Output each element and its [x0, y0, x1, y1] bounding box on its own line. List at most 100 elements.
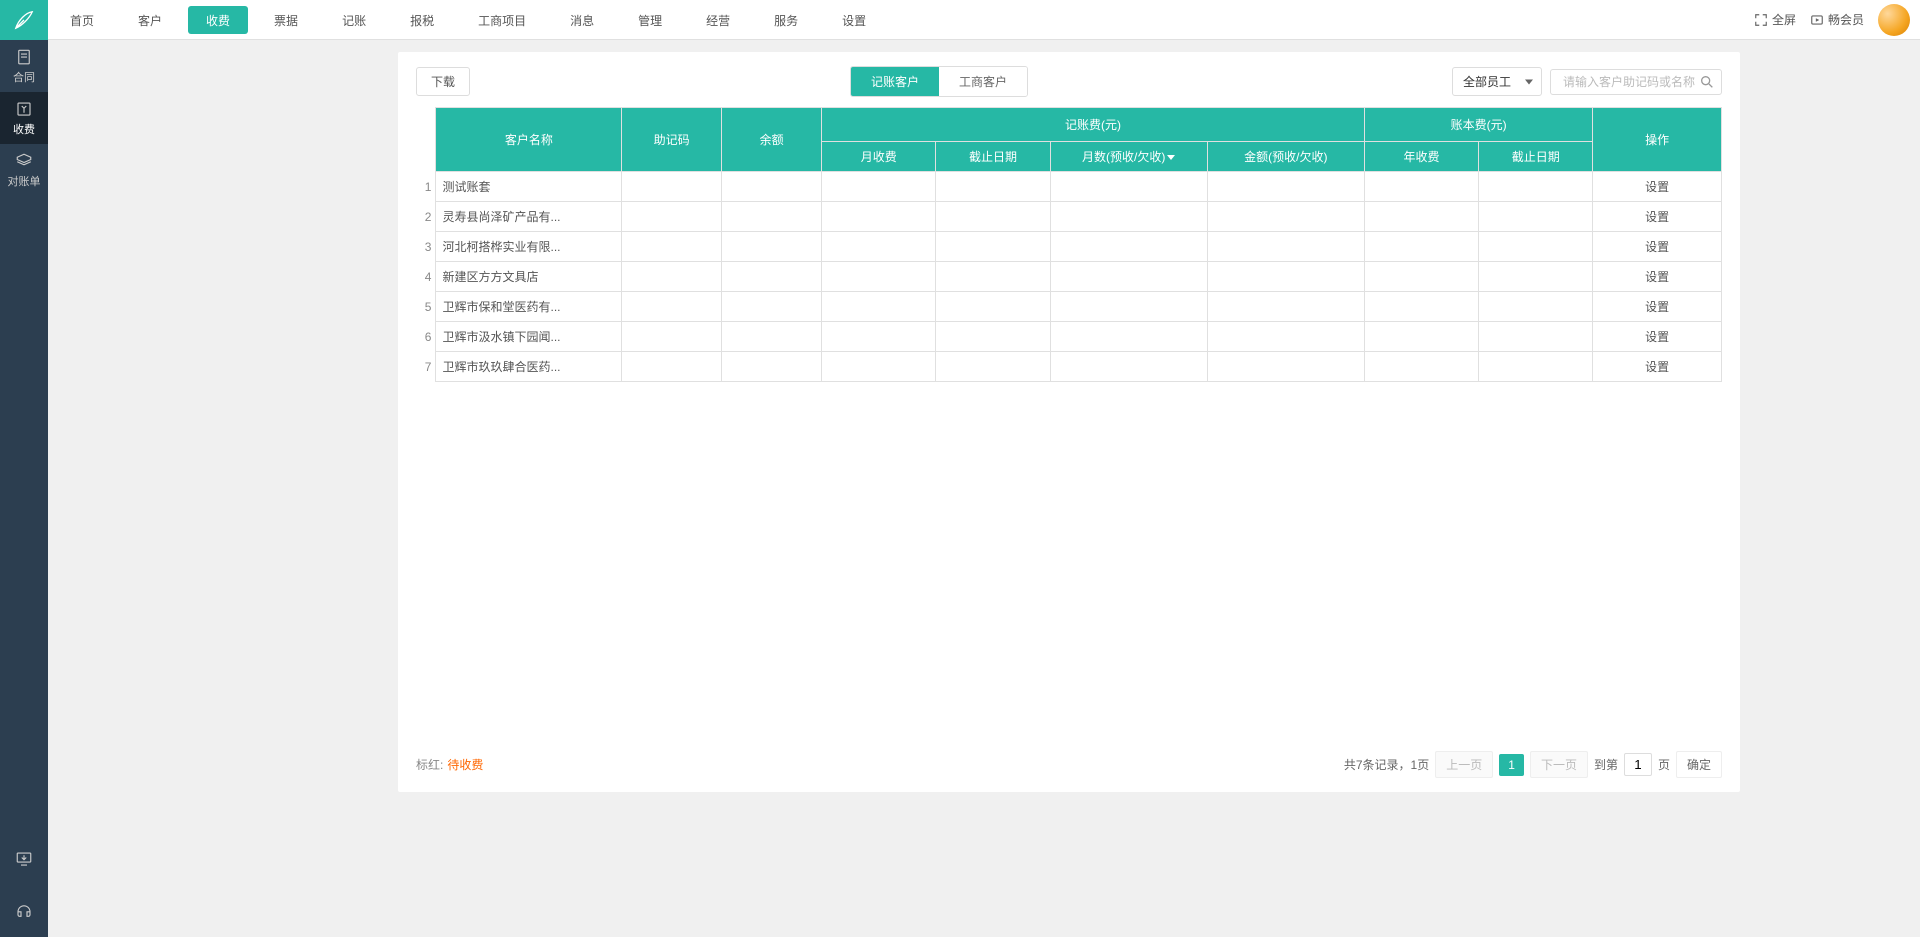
side-nav: 合同收费对账单 — [0, 40, 48, 937]
nav-item-11[interactable]: 设置 — [824, 6, 884, 34]
toolbar: 下载 记账客户工商客户 全部员工 — [416, 66, 1722, 97]
side-icon — [15, 100, 33, 118]
side-item-2[interactable]: 对账单 — [0, 144, 48, 196]
sort-desc-icon — [1167, 155, 1175, 160]
legend-value: 待收费 — [447, 756, 483, 773]
nav-item-3[interactable]: 票据 — [256, 6, 316, 34]
row-index: 7 — [416, 352, 436, 382]
fullscreen-icon — [1754, 13, 1768, 27]
table-row: 2灵寿县尚泽矿产品有... 设置 — [416, 202, 1722, 232]
nav-right: 全屏 畅会员 — [1754, 4, 1910, 36]
current-page[interactable]: 1 — [1499, 754, 1524, 776]
top-nav: 首页客户收费票据记账报税工商项目消息管理经营服务设置 全屏 畅会员 — [0, 0, 1920, 40]
col-cutoff2[interactable]: 截止日期 — [1479, 142, 1593, 172]
page-summary: 共7条记录，1页 — [1344, 756, 1429, 773]
row-index: 3 — [416, 232, 436, 262]
row-index: 4 — [416, 262, 436, 292]
col-months[interactable]: 月数(预收/欠收) — [1050, 142, 1207, 172]
fee-table: 客户名称 助记码 余额 记账费(元) 账本费(元) 操作 月收费 截止日期 月数… — [416, 107, 1722, 382]
side-icon — [15, 48, 33, 66]
nav-items: 首页客户收费票据记账报税工商项目消息管理经营服务设置 — [48, 0, 1754, 39]
body-wrap: 合同收费对账单 下载 记账客户工商客户 全部员工 — [0, 40, 1920, 937]
side-icon — [15, 152, 33, 170]
table-row: 4新建区方方文具店 设置 — [416, 262, 1722, 292]
table-row: 3河北柯搭桦实业有限... 设置 — [416, 232, 1722, 262]
prev-page-button[interactable]: 上一页 — [1435, 751, 1493, 778]
goto-confirm-button[interactable]: 确定 — [1676, 751, 1722, 778]
nav-item-4[interactable]: 记账 — [324, 6, 384, 34]
search-input[interactable] — [1559, 70, 1699, 94]
nav-item-5[interactable]: 报税 — [392, 6, 452, 34]
content-panel: 下载 记账客户工商客户 全部员工 — [398, 52, 1740, 792]
tab-1[interactable]: 工商客户 — [939, 67, 1027, 96]
row-settings-button[interactable]: 设置 — [1593, 292, 1722, 322]
col-mnemonic[interactable]: 助记码 — [622, 108, 722, 172]
col-ledger-group: 记账费(元) — [822, 108, 1365, 142]
col-yearly[interactable]: 年收费 — [1364, 142, 1478, 172]
member-label: 畅会员 — [1828, 11, 1864, 28]
row-index: 2 — [416, 202, 436, 232]
next-page-button[interactable]: 下一页 — [1530, 751, 1588, 778]
nav-item-7[interactable]: 消息 — [552, 6, 612, 34]
col-cutoff1[interactable]: 截止日期 — [936, 142, 1050, 172]
main-area: 下载 记账客户工商客户 全部员工 — [48, 40, 1920, 937]
table-row: 6卫辉市汲水镇下园闻... 设置 — [416, 322, 1722, 352]
customer-name[interactable]: 新建区方方文具店 — [436, 262, 622, 292]
table-row: 5卫辉市保和堂医药有... 设置 — [416, 292, 1722, 322]
nav-item-0[interactable]: 首页 — [52, 6, 112, 34]
customer-name[interactable]: 卫辉市玖玖肆合医药... — [436, 352, 622, 382]
side-item-1[interactable]: 收费 — [0, 92, 48, 144]
member-button[interactable]: 畅会员 — [1810, 11, 1864, 28]
nav-item-6[interactable]: 工商项目 — [460, 6, 544, 34]
col-book-group: 账本费(元) — [1364, 108, 1593, 142]
row-index: 6 — [416, 322, 436, 352]
row-settings-button[interactable]: 设置 — [1593, 322, 1722, 352]
tab-0[interactable]: 记账客户 — [851, 67, 939, 96]
customer-name[interactable]: 卫辉市汲水镇下园闻... — [436, 322, 622, 352]
page-unit: 页 — [1658, 756, 1670, 773]
download-button[interactable]: 下载 — [416, 67, 470, 96]
search-box — [1550, 69, 1722, 95]
row-settings-button[interactable]: 设置 — [1593, 262, 1722, 292]
fullscreen-button[interactable]: 全屏 — [1754, 11, 1796, 28]
goto-input[interactable] — [1624, 753, 1652, 776]
goto-label: 到第 — [1594, 756, 1618, 773]
search-icon[interactable] — [1699, 74, 1715, 90]
nav-item-9[interactable]: 经营 — [688, 6, 748, 34]
customer-name[interactable]: 卫辉市保和堂医药有... — [436, 292, 622, 322]
employee-select-value: 全部员工 — [1463, 75, 1511, 89]
row-settings-button[interactable]: 设置 — [1593, 352, 1722, 382]
col-amount[interactable]: 金额(预收/欠收) — [1207, 142, 1364, 172]
col-customer[interactable]: 客户名称 — [436, 108, 622, 172]
nav-item-8[interactable]: 管理 — [620, 6, 680, 34]
feather-icon — [13, 9, 35, 31]
col-balance[interactable]: 余额 — [722, 108, 822, 172]
customer-type-tabs: 记账客户工商客户 — [850, 66, 1028, 97]
row-settings-button[interactable]: 设置 — [1593, 202, 1722, 232]
customer-name[interactable]: 测试账套 — [436, 172, 622, 202]
user-avatar[interactable] — [1878, 4, 1910, 36]
nav-item-1[interactable]: 客户 — [120, 6, 180, 34]
row-settings-button[interactable]: 设置 — [1593, 172, 1722, 202]
col-operation: 操作 — [1593, 108, 1722, 172]
fullscreen-label: 全屏 — [1772, 11, 1796, 28]
table-row: 7卫辉市玖玖肆合医药... 设置 — [416, 352, 1722, 382]
side-download-icon[interactable] — [0, 833, 48, 885]
headset-icon — [15, 902, 33, 920]
app-logo[interactable] — [0, 0, 48, 40]
col-monthly[interactable]: 月收费 — [822, 142, 936, 172]
panel-footer: 标红: 待收费 共7条记录，1页 上一页 1 下一页 到第 页 确定 — [416, 751, 1722, 778]
nav-item-2[interactable]: 收费 — [188, 6, 248, 34]
nav-item-10[interactable]: 服务 — [756, 6, 816, 34]
employee-select[interactable]: 全部员工 — [1452, 67, 1542, 96]
play-rect-icon — [1810, 13, 1824, 27]
row-index: 1 — [416, 172, 436, 202]
side-item-0[interactable]: 合同 — [0, 40, 48, 92]
side-support-icon[interactable] — [0, 885, 48, 937]
pagination: 共7条记录，1页 上一页 1 下一页 到第 页 确定 — [1344, 751, 1722, 778]
customer-name[interactable]: 灵寿县尚泽矿产品有... — [436, 202, 622, 232]
row-settings-button[interactable]: 设置 — [1593, 232, 1722, 262]
customer-name[interactable]: 河北柯搭桦实业有限... — [436, 232, 622, 262]
legend-label: 标红: — [416, 756, 443, 773]
row-index: 5 — [416, 292, 436, 322]
